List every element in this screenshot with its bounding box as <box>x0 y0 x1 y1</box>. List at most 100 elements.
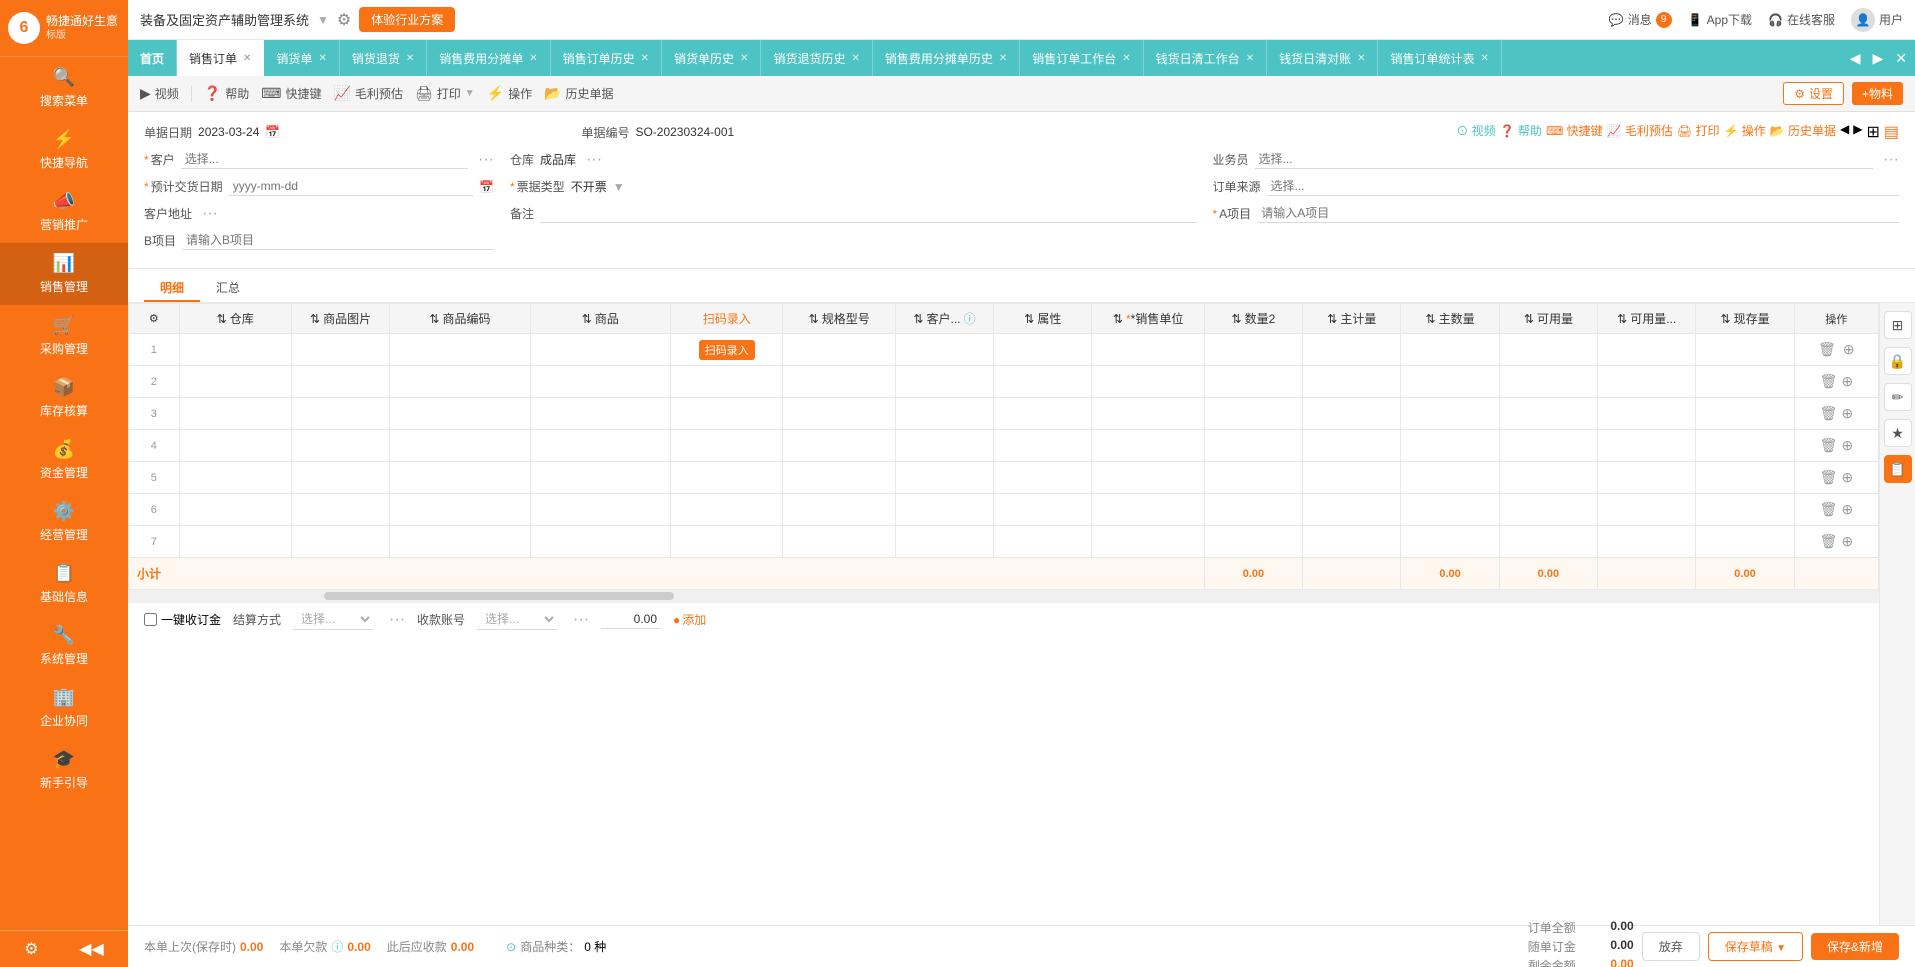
right-panel-star-icon[interactable]: ★ <box>1884 419 1912 447</box>
address-dots-icon[interactable]: ··· <box>202 205 218 223</box>
tab-sales-fee[interactable]: 销售费用分摊单 ✕ <box>427 40 550 76</box>
staff-input[interactable] <box>1255 150 1874 169</box>
b-project-input[interactable] <box>182 231 494 250</box>
toolbar-settings[interactable]: ⚙ 设置 <box>1783 82 1844 105</box>
save-draft-button[interactable]: 保存草稿 ▼ <box>1708 932 1803 961</box>
tab-close-icon[interactable]: ✕ <box>1481 53 1489 64</box>
sidebar-item-purchase[interactable]: 🛒 采购管理 <box>0 305 128 367</box>
sidebar-collapse-icon[interactable]: ◀◀ <box>79 939 104 959</box>
row-delete-icon[interactable]: 🗑 <box>1818 437 1840 454</box>
toolbar-shortcut[interactable]: ⌨ 快捷键 <box>261 85 321 102</box>
row-copy-icon[interactable]: ⊕ <box>1839 501 1855 518</box>
tab-cash-reconcile[interactable]: 钱货日清对账 ✕ <box>1267 40 1378 76</box>
row-copy-icon[interactable]: ⊕ <box>1839 437 1855 454</box>
scan-button[interactable]: 扫码录入 <box>699 340 755 360</box>
ops-icon-2[interactable]: ⚡ 操作 <box>1723 122 1765 142</box>
help-icon-2[interactable]: ❓ 帮助 <box>1500 122 1542 142</box>
tab-next-icon[interactable]: ▶ <box>1868 48 1887 69</box>
message-button[interactable]: 💬 消息 9 <box>1609 11 1672 28</box>
tab-prev-icon[interactable]: ◀ <box>1846 48 1865 69</box>
tab-sales-stat[interactable]: 销售订单统计表 ✕ <box>1378 40 1501 76</box>
tab-close-icon[interactable]: ✕ <box>1246 53 1254 64</box>
row-copy-icon[interactable]: ⊕ <box>1841 341 1857 358</box>
tab-close-icon[interactable]: ✕ <box>1122 53 1130 64</box>
horizontal-scrollbar[interactable] <box>128 590 1879 602</box>
toolbar-history[interactable]: 📂 历史单据 <box>544 85 613 102</box>
sidebar-item-system[interactable]: 🔧 系统管理 <box>0 615 128 677</box>
tab-sales-refund-history[interactable]: 销货退货历史 ✕ <box>761 40 872 76</box>
tab-sales-return-history[interactable]: 销货单历史 ✕ <box>662 40 761 76</box>
account-select[interactable]: 选择... <box>477 609 557 630</box>
toolbar-print[interactable]: 🖨 打印 ▼ <box>415 85 475 102</box>
tab-sales-fee-history[interactable]: 销售费用分摊单历史 ✕ <box>873 40 1020 76</box>
print-icon-2[interactable]: 🖨 打印 <box>1677 122 1720 142</box>
a-project-input[interactable] <box>1257 204 1899 223</box>
tab-expand-icon[interactable]: ✕ <box>1891 48 1911 69</box>
tab-close-icon[interactable]: ✕ <box>641 53 649 64</box>
tab-close-icon[interactable]: ✕ <box>406 53 414 64</box>
sidebar-item-guide[interactable]: 🎓 新手引导 <box>0 739 128 801</box>
tab-sales-order[interactable]: 销售订单 ✕ <box>177 40 264 76</box>
toolbar-help[interactable]: ❓ 帮助 <box>204 85 249 102</box>
row-delete-icon[interactable]: 🗑 <box>1818 533 1840 550</box>
th-settings[interactable]: ⚙ <box>129 304 180 334</box>
payment-add-button[interactable]: ● 添加 <box>673 611 706 628</box>
toolbar-additem[interactable]: +物料 <box>1852 82 1903 105</box>
tab-close-icon[interactable]: ✕ <box>529 53 537 64</box>
right-panel-edit-icon[interactable]: ✏ <box>1884 383 1912 411</box>
toolbar-view[interactable]: ▶ 视频 <box>140 85 179 102</box>
scrollbar-thumb[interactable] <box>324 592 674 600</box>
solution-button[interactable]: 体验行业方案 <box>359 7 455 32</box>
discard-button[interactable]: 放弃 <box>1642 932 1700 961</box>
row-delete-icon[interactable]: 🗑 <box>1818 501 1840 518</box>
staff-dots-icon[interactable]: ··· <box>1883 151 1899 169</box>
view-icon[interactable]: ⊙ 视频 <box>1456 122 1495 142</box>
toolbar-ops[interactable]: ⚡ 操作 <box>487 85 532 102</box>
sidebar-item-basic[interactable]: 📋 基础信息 <box>0 553 128 615</box>
invoice-chevron-icon[interactable]: ▼ <box>613 180 625 194</box>
account-dots[interactable]: ··· <box>573 611 589 629</box>
tab-close-icon[interactable]: ✕ <box>999 53 1007 64</box>
history-icon-2[interactable]: 📂 历史单据 <box>1770 122 1836 142</box>
right-panel-clip-icon[interactable]: 📋 <box>1884 455 1912 483</box>
user-button[interactable]: 👤 用户 <box>1851 8 1903 32</box>
tab-close-icon[interactable]: ✕ <box>318 53 326 64</box>
delivery-calendar-icon[interactable]: 📅 <box>479 180 494 194</box>
save-new-button[interactable]: 保存&新增 <box>1811 933 1899 960</box>
toolbar-profit[interactable]: 📈 毛利预估 <box>333 85 402 102</box>
sidebar-settings-icon[interactable]: ⚙ <box>24 939 38 959</box>
quick-deposit-checkbox[interactable]: 一键收订金 <box>144 611 221 628</box>
topbar-settings-icon[interactable]: ⚙ <box>337 10 351 30</box>
tab-detail[interactable]: 明细 <box>144 275 200 302</box>
calendar-icon[interactable]: 📅 <box>265 125 280 139</box>
row-copy-icon[interactable]: ⊕ <box>1839 405 1855 422</box>
right-panel-grid-icon[interactable]: ⊞ <box>1884 311 1912 339</box>
sidebar-item-sales[interactable]: 📊 销售管理 <box>0 243 128 305</box>
sidebar-item-finance[interactable]: 💰 资金管理 <box>0 429 128 491</box>
tab-sales-history[interactable]: 销售订单历史 ✕ <box>551 40 662 76</box>
delivery-date-input[interactable] <box>229 177 473 196</box>
tab-home[interactable]: 首页 <box>128 40 177 76</box>
right-panel-lock-icon[interactable]: 🔒 <box>1884 347 1912 375</box>
sidebar-item-enterprise[interactable]: 🏢 企业协同 <box>0 677 128 739</box>
tab-cash-clear[interactable]: 钱货日清工作台 ✕ <box>1144 40 1267 76</box>
tab-close-icon[interactable]: ✕ <box>740 53 748 64</box>
order-source-input[interactable] <box>1267 177 1899 196</box>
tab-sales-workbench[interactable]: 销售订单工作台 ✕ <box>1020 40 1143 76</box>
warehouse-dots-icon[interactable]: ··· <box>586 151 602 169</box>
method-dots[interactable]: ··· <box>389 611 405 629</box>
customer-input[interactable] <box>181 150 468 169</box>
app-download-button[interactable]: 📱 App下载 <box>1688 11 1752 28</box>
row-delete-icon[interactable]: 🗑 <box>1818 469 1840 486</box>
grid-view-icon[interactable]: ⊞ <box>1866 122 1879 142</box>
shortcut-icon[interactable]: ⌨ 快捷键 <box>1546 122 1603 142</box>
tab-close-icon[interactable]: ✕ <box>851 53 859 64</box>
sidebar-item-marketing[interactable]: 📣 营销推广 <box>0 181 128 243</box>
remark-input[interactable] <box>540 204 1196 223</box>
list-view-icon[interactable]: ▤ <box>1884 122 1899 142</box>
online-service-button[interactable]: 🎧 在线客服 <box>1768 11 1835 28</box>
sidebar-item-operations[interactable]: ⚙️ 经营管理 <box>0 491 128 553</box>
method-select[interactable]: 选择... <box>293 609 373 630</box>
profit-icon-2[interactable]: 📈 毛利预估 <box>1607 122 1673 142</box>
sidebar-item-quicknav[interactable]: ⚡ 快捷导航 <box>0 119 128 181</box>
